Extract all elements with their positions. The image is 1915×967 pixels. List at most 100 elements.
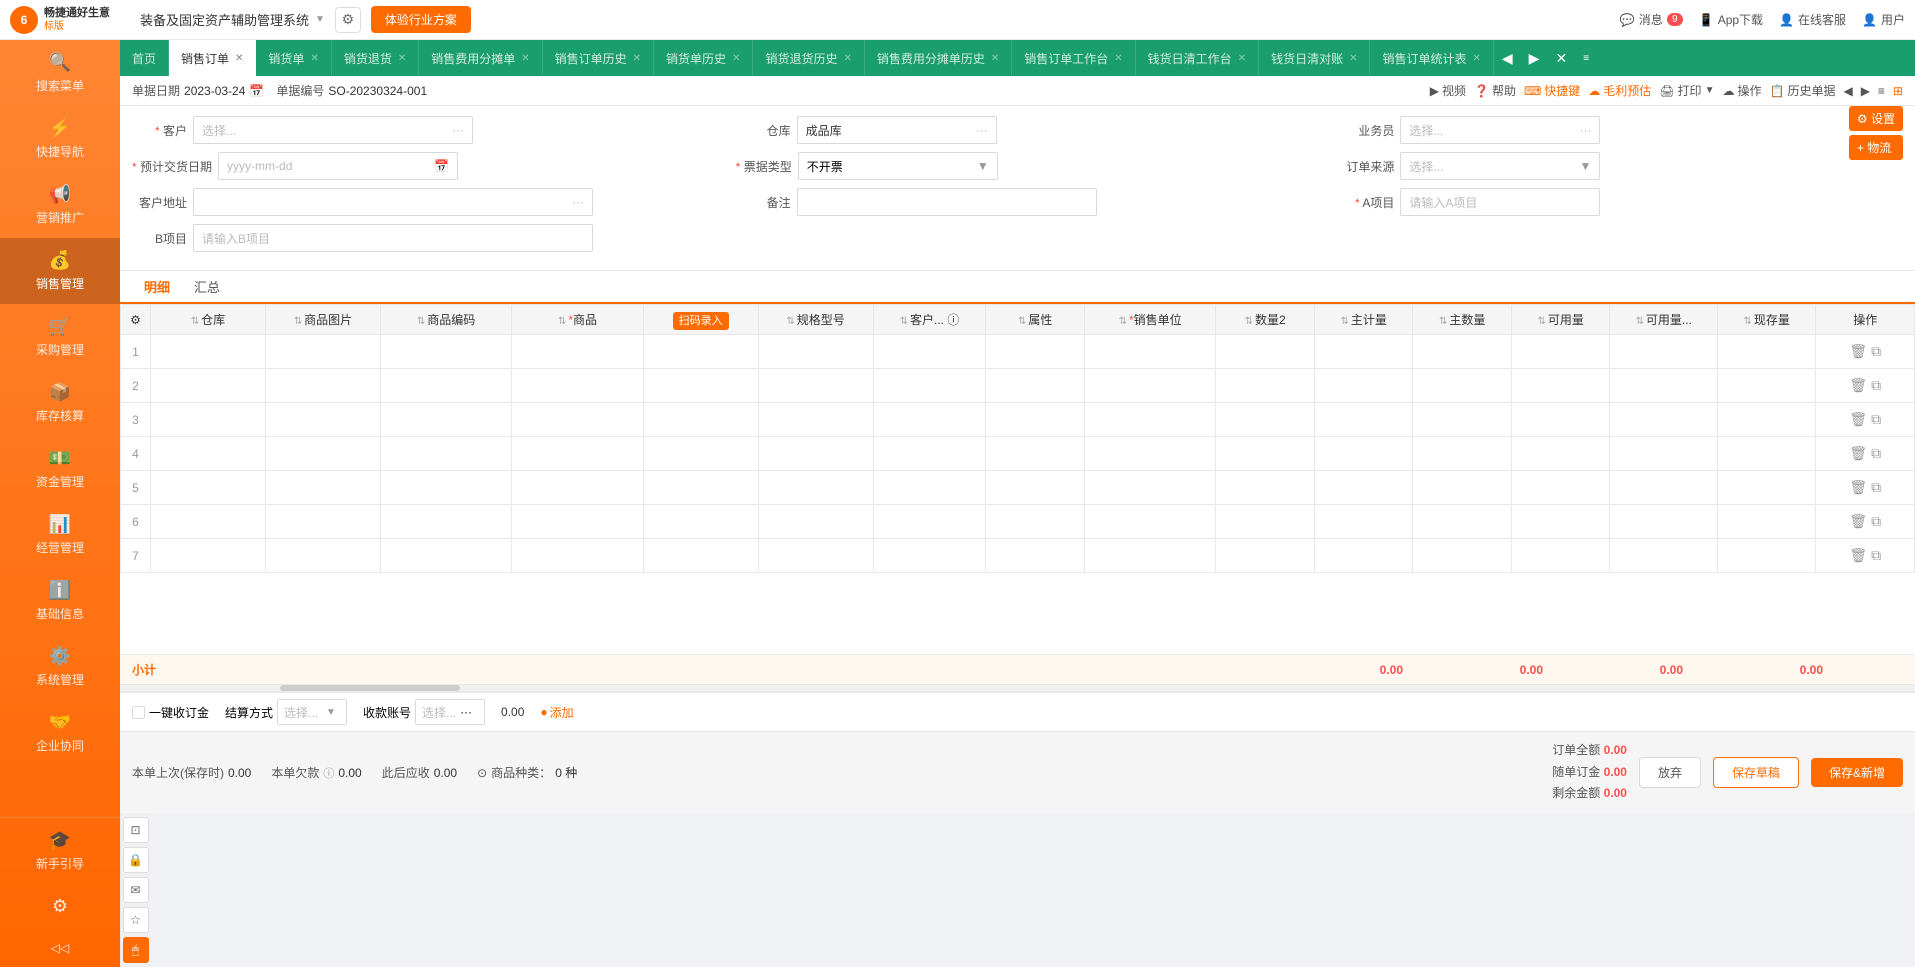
- cell-warehouse-2[interactable]: [151, 369, 266, 403]
- cell-avail-1[interactable]: [1511, 335, 1610, 369]
- tab-close-ret-hist[interactable]: ✕: [843, 53, 851, 64]
- cell-avail2-1[interactable]: [1610, 335, 1717, 369]
- cell-code-1[interactable]: [380, 335, 511, 369]
- col-image[interactable]: ⇅商品图片: [265, 305, 380, 335]
- tab-arrow-right[interactable]: ▶: [1521, 40, 1548, 76]
- row-delete-2[interactable]: 🗑: [1849, 377, 1867, 394]
- cell-image-2[interactable]: [265, 369, 380, 403]
- b-project-input[interactable]: 请输入B项目: [193, 224, 593, 252]
- cell-qty2-7[interactable]: [1216, 539, 1315, 573]
- cell-spec-1[interactable]: [758, 335, 873, 369]
- cell-spec-3[interactable]: [758, 403, 873, 437]
- nav-next-btn[interactable]: ▶: [1861, 84, 1870, 98]
- save-draft-button[interactable]: 保存草稿: [1713, 757, 1799, 788]
- cell-stock-3[interactable]: [1717, 403, 1816, 437]
- cell-avail2-7[interactable]: [1610, 539, 1717, 573]
- cell-avail2-5[interactable]: [1610, 471, 1717, 505]
- cell-image-5[interactable]: [265, 471, 380, 505]
- sidebar-collapse-btn[interactable]: ◁◁: [0, 929, 120, 967]
- col-qty2[interactable]: ⇅数量2: [1216, 305, 1315, 335]
- tab-close-order-hist[interactable]: ✕: [633, 53, 641, 64]
- cell-qty2-6[interactable]: [1216, 505, 1315, 539]
- cell-avail-5[interactable]: [1511, 471, 1610, 505]
- cell-image-3[interactable]: [265, 403, 380, 437]
- customer-input[interactable]: 选择... ···: [193, 116, 473, 144]
- cell-unit-7[interactable]: [1084, 539, 1215, 573]
- tab-sales-return[interactable]: 销货退货 ✕: [332, 40, 419, 76]
- sidebar-item-finance[interactable]: 💵 资金管理: [0, 436, 120, 502]
- cell-code-3[interactable]: [380, 403, 511, 437]
- scroll-thumb[interactable]: [280, 685, 460, 691]
- col-unit[interactable]: ⇅*销售单位: [1084, 305, 1215, 335]
- cell-main-qty-5[interactable]: [1413, 471, 1512, 505]
- cell-attr-5[interactable]: [986, 471, 1085, 505]
- cell-main-qty-7[interactable]: [1413, 539, 1512, 573]
- user-btn[interactable]: 👤 用户: [1862, 11, 1905, 28]
- cell-warehouse-7[interactable]: [151, 539, 266, 573]
- row-copy-6[interactable]: ⧉: [1871, 513, 1881, 530]
- cell-avail2-6[interactable]: [1610, 505, 1717, 539]
- cell-stock-1[interactable]: [1717, 335, 1816, 369]
- row-delete-3[interactable]: 🗑: [1849, 411, 1867, 428]
- warehouse-input[interactable]: 成品库 ···: [797, 116, 997, 144]
- tab-close-exp-hist[interactable]: ✕: [991, 53, 999, 64]
- tab-expense-history[interactable]: 销售费用分摊单历史 ✕: [865, 40, 1012, 76]
- cell-main-qty-3[interactable]: [1413, 403, 1512, 437]
- cell-avail-2[interactable]: [1511, 369, 1610, 403]
- cell-unit-4[interactable]: [1084, 437, 1215, 471]
- cell-main-unit-6[interactable]: [1314, 505, 1413, 539]
- cell-attr-3[interactable]: [986, 403, 1085, 437]
- cell-spec-6[interactable]: [758, 505, 873, 539]
- help-btn[interactable]: ❓ 帮助: [1474, 82, 1516, 99]
- cell-image-1[interactable]: [265, 335, 380, 369]
- sidebar-settings-btn[interactable]: ⚙: [0, 884, 120, 929]
- sidebar-item-marketing[interactable]: 📢 营销推广: [0, 172, 120, 238]
- tab-sales-stats[interactable]: 销售订单统计表 ✕: [1370, 40, 1493, 76]
- sidebar-item-sales[interactable]: 💰 销售管理: [0, 238, 120, 304]
- cell-stock-4[interactable]: [1717, 437, 1816, 471]
- cell-image-4[interactable]: [265, 437, 380, 471]
- tab-close-workbench[interactable]: ✕: [1114, 53, 1122, 64]
- settings-gear-btn[interactable]: ⚙: [335, 7, 361, 33]
- cell-attr-4[interactable]: [986, 437, 1085, 471]
- tab-close-invoice[interactable]: ✕: [310, 53, 318, 64]
- cell-main-qty-2[interactable]: [1413, 369, 1512, 403]
- discard-button[interactable]: 放弃: [1639, 757, 1701, 788]
- a-project-input[interactable]: 请输入A项目: [1400, 188, 1600, 216]
- tab-return-history[interactable]: 销货退货历史 ✕: [753, 40, 864, 76]
- tab-sales-order[interactable]: 销售订单 ✕: [169, 40, 256, 76]
- cell-attr-2[interactable]: [986, 369, 1085, 403]
- col-stock[interactable]: ⇅现存量: [1717, 305, 1816, 335]
- cell-product-7[interactable]: [512, 539, 643, 573]
- cell-unit-6[interactable]: [1084, 505, 1215, 539]
- grid-view-btn[interactable]: ⊞: [1893, 84, 1903, 98]
- cell-stock-5[interactable]: [1717, 471, 1816, 505]
- cell-warehouse-6[interactable]: [151, 505, 266, 539]
- tab-close-expense[interactable]: ✕: [521, 53, 529, 64]
- system-title-btn[interactable]: 装备及固定资产辅助管理系统 ▼: [140, 10, 325, 29]
- payment-select[interactable]: 选择... ▼: [277, 699, 347, 725]
- settings-panel-btn[interactable]: ⚙ 设置: [1849, 106, 1903, 131]
- col-main-unit[interactable]: ⇅主计量: [1314, 305, 1413, 335]
- row-copy-3[interactable]: ⧉: [1871, 411, 1881, 428]
- cell-warehouse-5[interactable]: [151, 471, 266, 505]
- cell-code-6[interactable]: [380, 505, 511, 539]
- one-click-checkbox[interactable]: [132, 706, 145, 719]
- cell-cust-code-7[interactable]: [873, 539, 986, 573]
- sidebar-item-basic[interactable]: ℹ️ 基础信息: [0, 568, 120, 634]
- cell-warehouse-1[interactable]: [151, 335, 266, 369]
- cell-code-4[interactable]: [380, 437, 511, 471]
- cell-main-unit-1[interactable]: [1314, 335, 1413, 369]
- cell-unit-1[interactable]: [1084, 335, 1215, 369]
- col-code[interactable]: ⇅商品编码: [380, 305, 511, 335]
- calendar-icon[interactable]: 📅: [249, 84, 264, 98]
- sidebar-item-enterprise[interactable]: 🤝 企业协同: [0, 700, 120, 766]
- cell-main-qty-1[interactable]: [1413, 335, 1512, 369]
- view-btn[interactable]: ▶ 视频: [1430, 82, 1466, 99]
- sidebar-item-search[interactable]: 🔍 搜索菜单: [0, 40, 120, 106]
- col-spec[interactable]: ⇅规格型号: [758, 305, 873, 335]
- col-settings[interactable]: ⚙: [121, 305, 151, 335]
- tab-home[interactable]: 首页: [120, 40, 169, 76]
- tab-order-workbench[interactable]: 销售订单工作台 ✕: [1012, 40, 1135, 76]
- delivery-input[interactable]: yyyy-mm-dd 📅: [218, 152, 458, 180]
